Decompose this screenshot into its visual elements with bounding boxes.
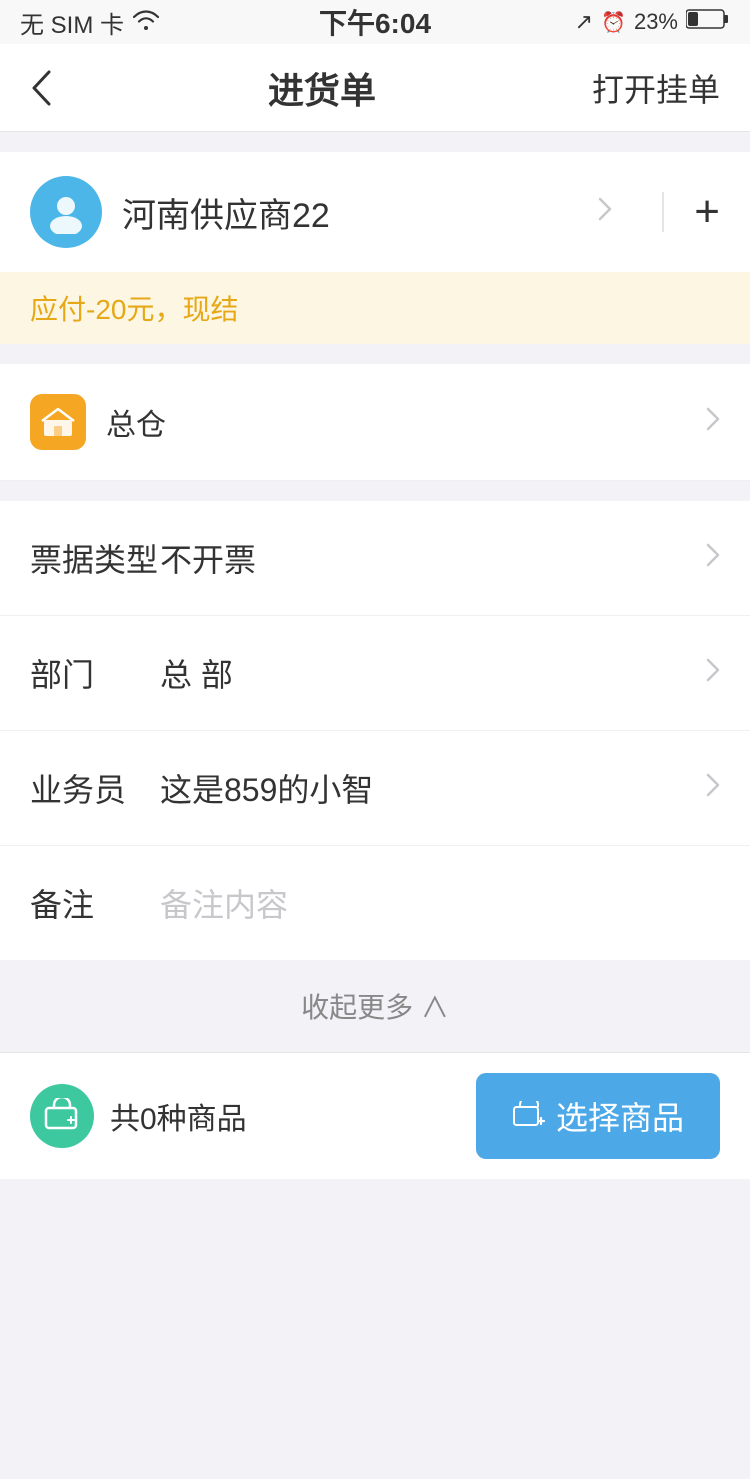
alarm-icon: ⏰	[601, 10, 626, 35]
supplier-avatar	[30, 176, 102, 248]
back-button[interactable]	[30, 69, 52, 107]
notice-banner: 应付-20元，现结	[0, 272, 750, 344]
note-row[interactable]: 备注 备注内容	[0, 846, 750, 960]
salesman-label: 业务员	[30, 765, 160, 811]
wifi-icon	[132, 8, 160, 36]
warehouse-section: 总仓	[0, 364, 750, 481]
invoice-label: 票据类型	[30, 535, 160, 581]
section-gap-2	[0, 344, 750, 364]
supplier-divider	[662, 192, 664, 232]
select-product-button[interactable]: 选择商品	[476, 1073, 720, 1159]
department-row[interactable]: 部门 总 部	[0, 616, 750, 731]
supplier-row[interactable]: 河南供应商22 +	[0, 152, 750, 272]
invoice-arrow-icon	[706, 542, 720, 574]
salesman-row[interactable]: 业务员 这是859的小智	[0, 731, 750, 846]
supplier-section: 河南供应商22 + 应付-20元，现结	[0, 152, 750, 344]
battery-text: 23%	[634, 9, 678, 35]
section-gap-1	[0, 132, 750, 152]
status-left: 无 SIM 卡	[20, 5, 160, 40]
supplier-name: 河南供应商22	[122, 188, 598, 237]
note-label: 备注	[30, 880, 160, 926]
invoice-row[interactable]: 票据类型 不开票	[0, 501, 750, 616]
battery-icon	[686, 8, 730, 36]
status-right: ↗ ⏰ 23%	[575, 8, 730, 36]
warehouse-row[interactable]: 总仓	[0, 364, 750, 481]
warehouse-icon	[30, 394, 86, 450]
product-cart-icon	[30, 1084, 94, 1148]
collapse-button[interactable]: 收起更多 ∧	[0, 960, 750, 1052]
warehouse-name: 总仓	[106, 400, 706, 444]
product-count-text: 共0种商品	[110, 1094, 476, 1138]
status-time: 下午6:04	[319, 2, 431, 42]
department-arrow-icon	[706, 657, 720, 689]
main-content-area	[0, 1179, 750, 1479]
carrier-text: 无 SIM 卡	[20, 5, 124, 40]
open-pending-button[interactable]: 打开挂单	[592, 65, 720, 111]
warehouse-arrow-icon	[706, 406, 720, 438]
form-section: 票据类型 不开票 部门 总 部 业务员 这是859的小智 备注 备注内容	[0, 501, 750, 960]
salesman-value: 这是859的小智	[160, 765, 706, 811]
nav-bar: 进货单 打开挂单	[0, 44, 750, 132]
status-bar: 无 SIM 卡 下午6:04 ↗ ⏰ 23%	[0, 0, 750, 44]
add-supplier-button[interactable]: +	[694, 187, 720, 237]
department-label: 部门	[30, 650, 160, 696]
location-icon: ↗	[575, 9, 593, 35]
section-gap-3	[0, 481, 750, 501]
select-product-label: 选择商品	[556, 1093, 684, 1139]
invoice-value: 不开票	[160, 535, 706, 581]
salesman-arrow-icon	[706, 772, 720, 804]
supplier-arrow-icon	[598, 196, 612, 228]
note-placeholder: 备注内容	[160, 880, 720, 926]
department-value: 总 部	[160, 650, 706, 696]
bottom-bar: 共0种商品 选择商品	[0, 1052, 750, 1179]
page-title: 进货单	[268, 62, 376, 114]
